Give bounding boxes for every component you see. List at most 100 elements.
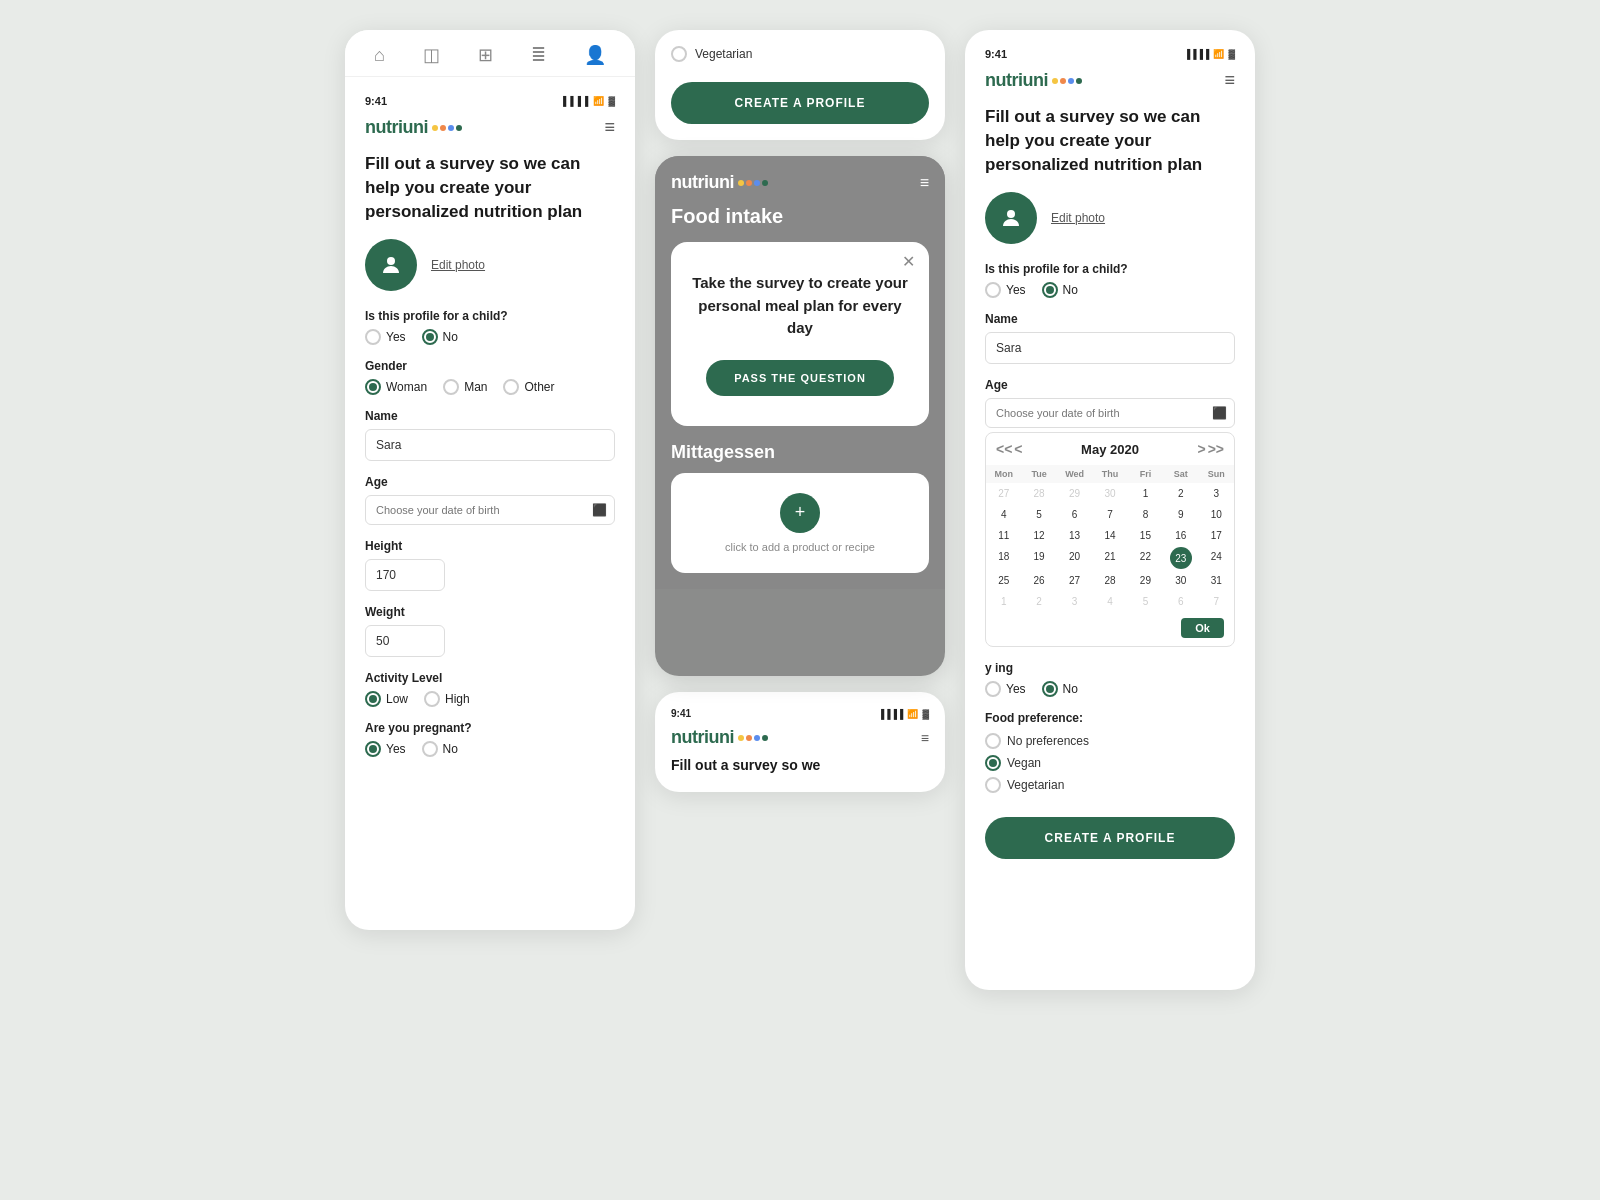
right-name-input[interactable] <box>985 332 1235 364</box>
gender-other-radio[interactable] <box>503 379 519 395</box>
activity-high-option[interactable]: High <box>424 691 470 707</box>
cal-day[interactable]: 25 <box>986 570 1021 591</box>
allergies-no-option[interactable]: No <box>1042 681 1078 697</box>
name-input[interactable] <box>365 429 615 461</box>
right-child-no-radio[interactable] <box>1042 282 1058 298</box>
shop-icon[interactable]: ⊞ <box>478 44 493 66</box>
cal-ok-btn[interactable]: Ok <box>1181 618 1224 638</box>
cal-day[interactable]: 7 <box>1199 591 1234 612</box>
right-child-yes-option[interactable]: Yes <box>985 282 1026 298</box>
cal-day[interactable]: 28 <box>1092 570 1127 591</box>
right-child-no-option[interactable]: No <box>1042 282 1078 298</box>
child-no-radio[interactable] <box>422 329 438 345</box>
cal-day[interactable]: 13 <box>1057 525 1092 546</box>
cal-day-selected[interactable]: 23 <box>1170 547 1192 569</box>
cal-next-next-icon[interactable]: >> <box>1208 441 1224 457</box>
pass-question-btn[interactable]: PASS THE QUESTION <box>706 360 894 396</box>
right-date-input[interactable] <box>985 398 1235 428</box>
pregnant-yes-radio[interactable] <box>365 741 381 757</box>
book-icon[interactable]: ◫ <box>423 44 440 66</box>
right-hamburger-icon[interactable]: ≡ <box>1224 70 1235 91</box>
activity-high-radio[interactable] <box>424 691 440 707</box>
cal-day[interactable]: 11 <box>986 525 1021 546</box>
gender-other-option[interactable]: Other <box>503 379 554 395</box>
home-icon[interactable]: ⌂ <box>374 45 385 66</box>
pregnant-yes-option[interactable]: Yes <box>365 741 406 757</box>
cal-day[interactable]: 28 <box>1021 483 1056 504</box>
cal-day[interactable]: 20 <box>1057 546 1092 570</box>
pregnant-no-radio[interactable] <box>422 741 438 757</box>
cal-day[interactable]: 30 <box>1163 570 1198 591</box>
gender-man-option[interactable]: Man <box>443 379 487 395</box>
cal-day[interactable]: 30 <box>1092 483 1127 504</box>
profile-icon[interactable]: 👤 <box>584 44 606 66</box>
allergies-yes-option[interactable]: Yes <box>985 681 1026 697</box>
cal-day[interactable]: 4 <box>986 504 1021 525</box>
cal-day[interactable]: 21 <box>1092 546 1127 570</box>
cal-day[interactable]: 17 <box>1199 525 1234 546</box>
bottom-hamburger-icon[interactable]: ≡ <box>921 730 929 746</box>
pregnant-no-option[interactable]: No <box>422 741 458 757</box>
cal-day[interactable]: 1 <box>986 591 1021 612</box>
date-input[interactable] <box>365 495 615 525</box>
child-yes-option[interactable]: Yes <box>365 329 406 345</box>
cal-day[interactable]: 24 <box>1199 546 1234 570</box>
cal-day[interactable]: 2 <box>1163 483 1198 504</box>
right-edit-photo-link[interactable]: Edit photo <box>1051 211 1105 225</box>
cal-day[interactable]: 1 <box>1128 483 1163 504</box>
cal-day[interactable]: 19 <box>1021 546 1056 570</box>
cal-day[interactable]: 6 <box>1163 591 1198 612</box>
cal-day[interactable]: 7 <box>1092 504 1127 525</box>
activity-low-option[interactable]: Low <box>365 691 408 707</box>
allergies-no-radio[interactable] <box>1042 681 1058 697</box>
pref-no-pref-radio[interactable] <box>985 733 1001 749</box>
pref-vegan-radio[interactable] <box>985 755 1001 771</box>
pref-vegetarian-radio[interactable] <box>985 777 1001 793</box>
edit-photo-link[interactable]: Edit photo <box>431 258 485 272</box>
cal-next-icon[interactable]: > <box>1197 441 1205 457</box>
pref-vegetarian-option[interactable]: Vegetarian <box>985 777 1235 793</box>
allergies-yes-radio[interactable] <box>985 681 1001 697</box>
cal-day[interactable]: 9 <box>1163 504 1198 525</box>
add-circle-btn[interactable]: + <box>780 493 820 533</box>
cal-prev-prev-icon[interactable]: << <box>996 441 1012 457</box>
gender-woman-option[interactable]: Woman <box>365 379 427 395</box>
child-no-option[interactable]: No <box>422 329 458 345</box>
cal-day[interactable]: 2 <box>1021 591 1056 612</box>
cal-day[interactable]: 14 <box>1092 525 1127 546</box>
right-create-profile-btn[interactable]: CREATE A PROFILE <box>985 817 1235 859</box>
pref-no-pref-option[interactable]: No preferences <box>985 733 1235 749</box>
pref-vegan-option[interactable]: Vegan <box>985 755 1235 771</box>
hamburger-icon[interactable]: ≡ <box>604 117 615 138</box>
cal-day[interactable]: 26 <box>1021 570 1056 591</box>
cal-day[interactable]: 6 <box>1057 504 1092 525</box>
cal-prev-icon[interactable]: < <box>1014 441 1022 457</box>
cal-prev-nav[interactable]: << < <box>996 441 1023 457</box>
cal-day[interactable]: 3 <box>1057 591 1092 612</box>
cal-day[interactable]: 16 <box>1163 525 1198 546</box>
overlay-menu-icon[interactable]: ≡ <box>920 174 929 192</box>
cal-day[interactable]: 27 <box>1057 570 1092 591</box>
modal-close-icon[interactable]: ✕ <box>902 252 915 271</box>
avatar[interactable] <box>365 239 417 291</box>
cal-day[interactable]: 8 <box>1128 504 1163 525</box>
list-icon[interactable]: ≣ <box>531 44 546 66</box>
cal-day[interactable]: 5 <box>1128 591 1163 612</box>
cal-day[interactable]: 29 <box>1128 570 1163 591</box>
cal-day[interactable]: 29 <box>1057 483 1092 504</box>
gender-man-radio[interactable] <box>443 379 459 395</box>
create-profile-btn-top[interactable]: CREATE A PROFILE <box>671 82 929 124</box>
gender-woman-radio[interactable] <box>365 379 381 395</box>
cal-day[interactable]: 4 <box>1092 591 1127 612</box>
weight-input[interactable] <box>365 625 445 657</box>
child-yes-radio[interactable] <box>365 329 381 345</box>
cal-day[interactable]: 15 <box>1128 525 1163 546</box>
cal-day[interactable]: 3 <box>1199 483 1234 504</box>
height-input[interactable] <box>365 559 445 591</box>
cal-day[interactable]: 31 <box>1199 570 1234 591</box>
cal-day[interactable]: 10 <box>1199 504 1234 525</box>
cal-day[interactable]: 27 <box>986 483 1021 504</box>
vegetarian-radio[interactable] <box>671 46 687 62</box>
cal-day[interactable]: 5 <box>1021 504 1056 525</box>
cal-day[interactable]: 12 <box>1021 525 1056 546</box>
